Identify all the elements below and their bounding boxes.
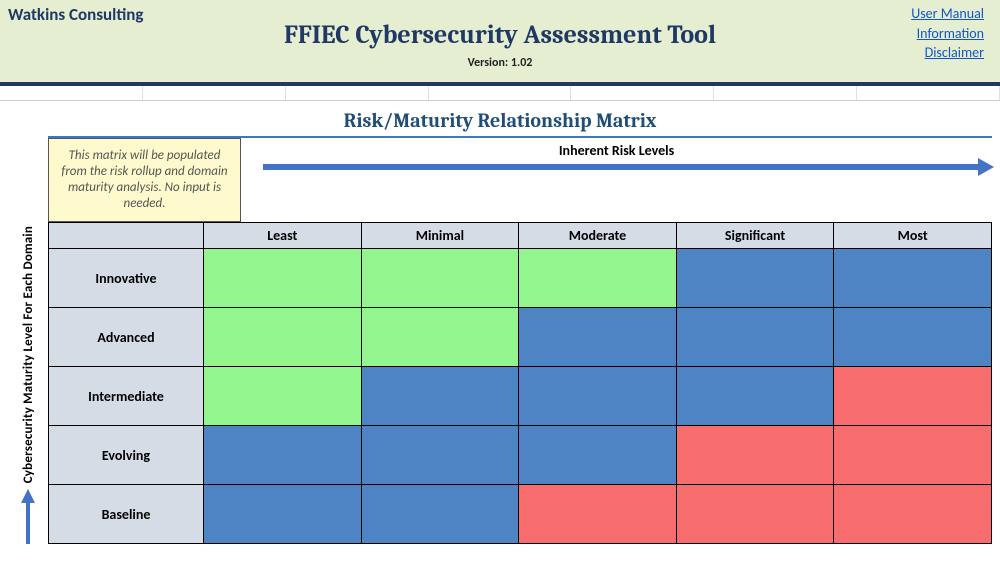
col-header: Most (834, 223, 992, 249)
matrix-cell (361, 485, 519, 544)
matrix-cell (361, 308, 519, 367)
app-title: FFIEC Cybersecurity Assessment Tool (8, 20, 992, 50)
matrix-cell (204, 485, 362, 544)
link-disclaimer[interactable]: Disclaimer (925, 44, 984, 61)
matrix-cell (676, 426, 834, 485)
y-axis-label: Cybersecurity Maturity Level For Each Do… (21, 226, 36, 483)
matrix-container: Cybersecurity Maturity Level For Each Do… (0, 136, 1000, 544)
col-header: Minimal (361, 223, 519, 249)
matrix-cell (519, 426, 677, 485)
col-header: Significant (676, 223, 834, 249)
corner-cell (49, 223, 204, 249)
row-header: Intermediate (49, 367, 204, 426)
matrix-cell (361, 367, 519, 426)
y-axis: Cybersecurity Maturity Level For Each Do… (8, 136, 48, 544)
row-header: Innovative (49, 249, 204, 308)
matrix-cell (361, 426, 519, 485)
col-header: Least (204, 223, 362, 249)
matrix-cell (519, 249, 677, 308)
matrix-cell (204, 308, 362, 367)
matrix-cell (676, 485, 834, 544)
matrix-cell (834, 367, 992, 426)
matrix-cell (361, 249, 519, 308)
right-arrow-icon (263, 164, 980, 170)
row-header: Evolving (49, 426, 204, 485)
matrix-cell (834, 426, 992, 485)
matrix-cell (519, 367, 677, 426)
matrix-cell (834, 249, 992, 308)
matrix-grid: This matrix will be populated from the r… (48, 136, 992, 544)
row-header: Baseline (49, 485, 204, 544)
row-header: Advanced (49, 308, 204, 367)
info-note: This matrix will be populated from the r… (48, 138, 241, 222)
matrix-cell (834, 485, 992, 544)
matrix-cell (204, 249, 362, 308)
x-axis-label: Inherent Risk Levels (241, 138, 992, 161)
link-information[interactable]: Information (917, 25, 984, 42)
matrix-cell (519, 485, 677, 544)
spreadsheet-row-divider (0, 86, 1000, 101)
matrix-cell (676, 249, 834, 308)
risk-maturity-table: Least Minimal Moderate Significant Most … (48, 222, 992, 544)
version-label: Version: 1.02 (8, 56, 992, 70)
matrix-cell (519, 308, 677, 367)
matrix-cell (676, 308, 834, 367)
section-title: Risk/Maturity Relationship Matrix (0, 109, 1000, 132)
app-banner: Watkins Consulting FFIEC Cybersecurity A… (0, 0, 1000, 86)
matrix-cell (676, 367, 834, 426)
matrix-cell (834, 308, 992, 367)
up-arrow-icon (21, 489, 35, 544)
link-user-manual[interactable]: User Manual (911, 5, 984, 22)
header-links: User Manual Information Disclaimer (911, 4, 984, 63)
matrix-cell (204, 426, 362, 485)
x-axis: Inherent Risk Levels (241, 138, 992, 222)
matrix-cell (204, 367, 362, 426)
col-header: Moderate (519, 223, 677, 249)
